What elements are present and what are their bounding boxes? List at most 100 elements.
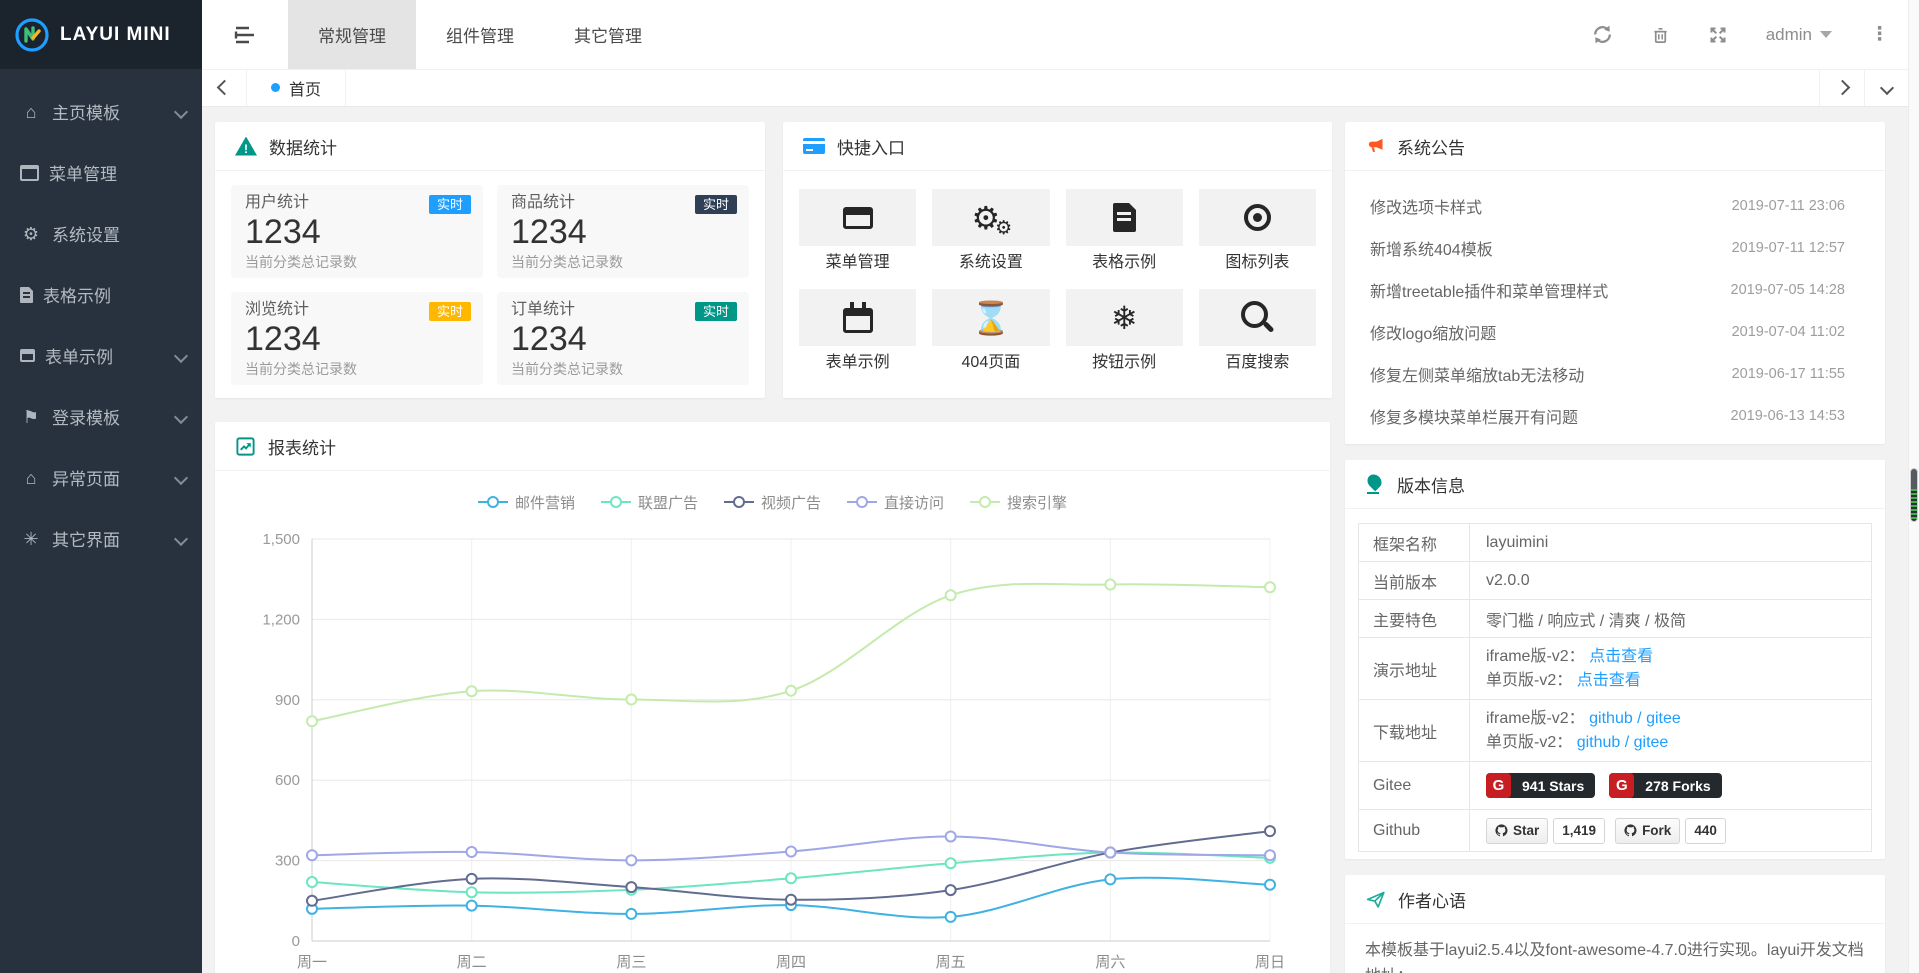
gitee-badge[interactable]: G941 Stars [1486, 773, 1595, 798]
file-text-icon [20, 287, 33, 303]
link-gitee[interactable]: gitee [1646, 710, 1681, 727]
tabs-scroll-right-button[interactable] [1819, 69, 1864, 106]
announcement-date: 2019-07-05 14:28 [1731, 282, 1846, 298]
legend-marker [478, 496, 508, 508]
announcement-date: 2019-07-11 23:06 [1732, 198, 1845, 214]
announcement-item[interactable]: 修改logo缩放问题2019-07-04 11:02 [1370, 311, 1845, 353]
realtime-badge: 实时 [695, 195, 737, 214]
panel-quick-entry: 快捷入口 菜单管理⚙系统设置表格示例图标列表表单示例⌛404页面❄按钮示例百度搜… [783, 122, 1332, 398]
link-separator: / [1633, 710, 1646, 727]
quick-entry-图标列表[interactable]: 图标列表 [1199, 189, 1316, 273]
quick-entry-按钮示例[interactable]: ❄按钮示例 [1066, 289, 1183, 373]
github-count[interactable]: 1,419 [1553, 818, 1605, 844]
sidebar-item-其它界面[interactable]: ✳其它界面 [0, 508, 202, 569]
sidebar-item-label: 表格示例 [43, 282, 186, 307]
scrollbar-thumb[interactable] [1910, 468, 1918, 522]
gitee-badge[interactable]: G278 Forks [1609, 773, 1721, 798]
gitee-badge-text: 941 Stars [1511, 778, 1595, 794]
chevron-down-icon [174, 470, 188, 484]
quick-entry-label: 按钮示例 [1066, 353, 1183, 373]
link-gitee[interactable]: gitee [1634, 734, 1669, 751]
svg-text:1,200: 1,200 [262, 611, 300, 628]
trash-icon[interactable] [1651, 25, 1670, 45]
link-prefix: iframe版-v2： [1486, 710, 1589, 727]
link-点击查看[interactable]: 点击查看 [1577, 672, 1641, 689]
link-点击查看[interactable]: 点击查看 [1589, 648, 1653, 665]
tab-home[interactable]: 首页 [247, 69, 346, 106]
announcement-text: 修改选项卡样式 [1370, 194, 1482, 218]
sidebar-item-菜单管理[interactable]: 菜单管理 [0, 142, 202, 203]
header-tab-常规管理[interactable]: 常规管理 [288, 0, 416, 69]
header-actions: admin ⋮ [1592, 0, 1919, 69]
quick-entry-表单示例[interactable]: 表单示例 [799, 289, 916, 373]
legend-label: 直接访问 [884, 492, 944, 513]
author-line1: 本模板基于layui2.5.4以及font-awesome-4.7.0进行实现。… [1365, 938, 1865, 973]
sidebar-item-异常页面[interactable]: ⌂异常页面 [0, 447, 202, 508]
chart-legend: 邮件营销 联盟广告 视频广告 直接访问 搜索引擎 [215, 471, 1330, 517]
sidebar-item-系统设置[interactable]: ⚙系统设置 [0, 203, 202, 264]
quick-entry-百度搜索[interactable]: 百度搜索 [1199, 289, 1316, 373]
legend-item-联盟广告[interactable]: 联盟广告 [601, 492, 698, 513]
credit-card-icon [803, 138, 825, 154]
quick-entry-404页面[interactable]: ⌛404页面 [932, 289, 1049, 373]
leaf-icon [1365, 474, 1385, 494]
legend-label: 联盟广告 [638, 492, 698, 513]
link-github[interactable]: github [1577, 734, 1621, 751]
quick-entry-系统设置[interactable]: ⚙系统设置 [932, 189, 1049, 273]
legend-item-邮件营销[interactable]: 邮件营销 [478, 492, 575, 513]
sidebar-item-表单示例[interactable]: 表单示例 [0, 325, 202, 386]
svg-text:0: 0 [292, 933, 300, 950]
quick-entry-grid: 菜单管理⚙系统设置表格示例图标列表表单示例⌛404页面❄按钮示例百度搜索 [783, 171, 1332, 373]
chevron-down-icon [174, 409, 188, 423]
quick-entry-icon-box [1066, 189, 1183, 246]
version-row-主要特色: 主要特色零门槛 / 响应式 / 清爽 / 极简 [1359, 600, 1871, 638]
tabs-scroll-left-button[interactable] [202, 69, 247, 106]
svg-text:周四: 周四 [776, 954, 806, 971]
quick-entry-表格示例[interactable]: 表格示例 [1066, 189, 1183, 273]
app-logo[interactable]: LAYUI MINI [0, 0, 202, 69]
quick-entry-label: 系统设置 [932, 253, 1049, 273]
announcement-item[interactable]: 修复多模块菜单栏展开有问题2019-06-13 14:53 [1370, 395, 1845, 437]
sidebar-toggle-icon[interactable] [202, 0, 288, 69]
announcement-item[interactable]: 修改选项卡样式 2019-07-11 23:06 [1370, 185, 1845, 227]
author-text: 本模板基于layui2.5.4以及font-awesome-4.7.0进行实现。… [1345, 924, 1885, 973]
github-count[interactable]: 440 [1685, 818, 1726, 844]
more-menu-icon[interactable]: ⋮ [1870, 25, 1889, 44]
announcement-item[interactable]: 新增treetable插件和菜单管理样式2019-07-05 14:28 [1370, 269, 1845, 311]
announcement-item[interactable]: 修复左侧菜单缩放tab无法移动2019-06-17 11:55 [1370, 353, 1845, 395]
top-header: 常规管理组件管理其它管理 admin [202, 0, 1919, 70]
sidebar-item-label: 登录模板 [52, 404, 176, 429]
user-menu[interactable]: admin [1766, 25, 1832, 45]
version-row-当前版本: 当前版本v2.0.0 [1359, 562, 1871, 600]
panel-report-header: 报表统计 [215, 422, 1330, 471]
fullscreen-icon[interactable] [1708, 25, 1728, 45]
file-text-icon [1113, 203, 1136, 232]
github-widget: Star1,419 [1486, 818, 1605, 844]
tabs-dropdown-button[interactable] [1864, 69, 1909, 106]
sidebar-item-主页模板[interactable]: ⌂主页模板 [0, 81, 202, 142]
github-fork-button[interactable]: Fork [1615, 818, 1680, 844]
github-star-button[interactable]: Star [1486, 818, 1548, 844]
announcement-text: 修复多模块菜单栏展开有问题 [1370, 404, 1578, 428]
header-tab-组件管理[interactable]: 组件管理 [416, 0, 544, 69]
sidebar-item-label: 异常页面 [52, 465, 176, 490]
asterisk-icon: ✳ [20, 529, 42, 549]
refresh-icon[interactable] [1592, 24, 1613, 45]
hourglass-icon: ⌛ [971, 301, 1011, 335]
svg-text:300: 300 [275, 853, 300, 870]
announcement-item[interactable]: 新增系统404模板2019-07-11 12:57 [1370, 227, 1845, 269]
quick-entry-菜单管理[interactable]: 菜单管理 [799, 189, 916, 273]
sidebar-item-登录模板[interactable]: ⚑登录模板 [0, 386, 202, 447]
header-tab-其它管理[interactable]: 其它管理 [544, 0, 672, 69]
github-icon [1624, 824, 1637, 837]
panel-data-stats: ! 数据统计 用户统计1234当前分类总记录数实时商品统计1234当前分类总记录… [215, 122, 765, 398]
sidebar-item-表格示例[interactable]: 表格示例 [0, 264, 202, 325]
legend-item-搜索引擎[interactable]: 搜索引擎 [970, 492, 1067, 513]
legend-item-直接访问[interactable]: 直接访问 [847, 492, 944, 513]
caret-down-icon [1820, 31, 1832, 38]
announcement-text: 修复左侧菜单缩放tab无法移动 [1370, 362, 1584, 386]
version-row-label: 框架名称 [1359, 524, 1470, 561]
panel-title: 报表统计 [268, 434, 336, 459]
link-github[interactable]: github [1589, 710, 1633, 727]
legend-item-视频广告[interactable]: 视频广告 [724, 492, 821, 513]
